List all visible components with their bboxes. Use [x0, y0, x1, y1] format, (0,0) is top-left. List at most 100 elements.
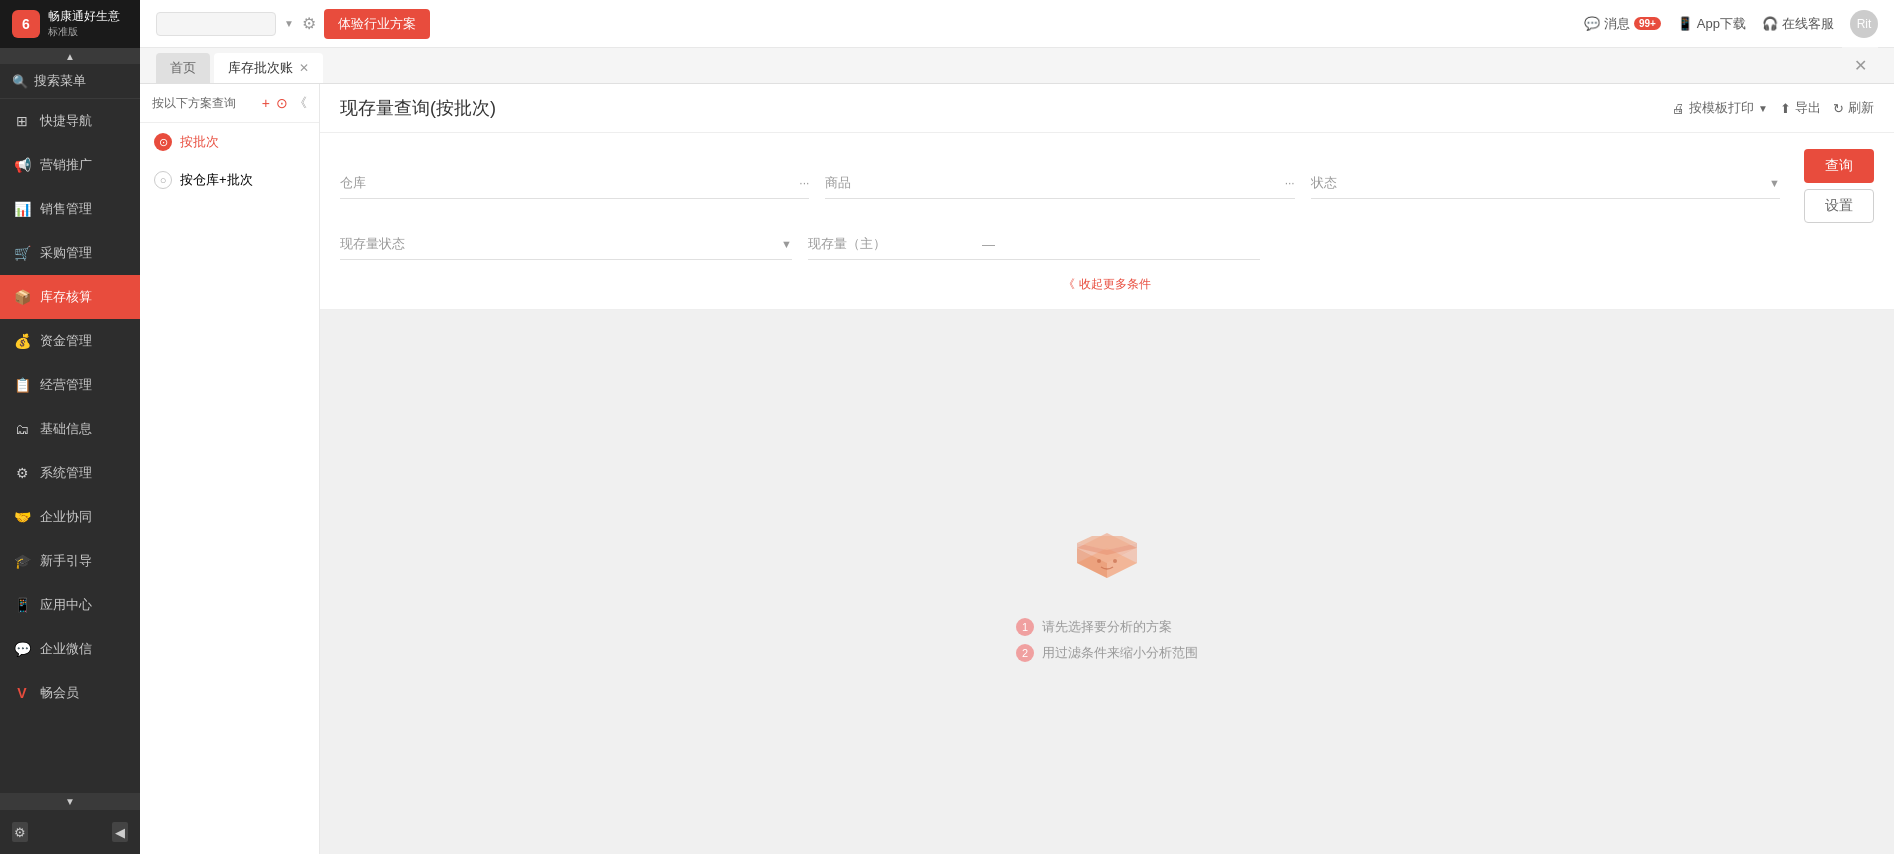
sidebar-item-enterprise[interactable]: 🤝 企业协同	[0, 495, 140, 539]
settings-btn[interactable]: 设置	[1804, 189, 1874, 223]
product-input[interactable]	[859, 175, 1284, 190]
settings-scheme-btn[interactable]: ⊙	[276, 95, 288, 111]
user-avatar: Rit	[1850, 10, 1878, 38]
export-icon: ⬆	[1780, 101, 1791, 116]
svg-point-7	[1113, 559, 1117, 563]
trial-btn[interactable]: 体验行业方案	[324, 9, 430, 39]
hint-num-2: 2	[1016, 644, 1034, 662]
nav-icon-inventory: 📦	[12, 287, 32, 307]
sidebar-item-sales[interactable]: 📊 销售管理	[0, 187, 140, 231]
tab-inventory-batch[interactable]: 库存批次账 ✕	[214, 53, 323, 83]
stock-status-dropdown-icon[interactable]: ▼	[781, 238, 792, 250]
collapse-filter-btn[interactable]: 《 收起更多条件	[340, 272, 1874, 293]
message-icon: 💬	[1584, 16, 1600, 31]
sidebar-item-purchase[interactable]: 🛒 采购管理	[0, 231, 140, 275]
nav-icon-basic: 🗂	[12, 419, 32, 439]
stock-status-input[interactable]	[417, 237, 777, 252]
tab-close-icon[interactable]: ✕	[299, 61, 309, 75]
status-label: 状态	[1311, 174, 1337, 192]
stock-status-filter: 现存量状态 ▼	[340, 235, 792, 260]
filter-section: 仓库 ··· 商品 ··· 状态 ▼ 查询	[320, 133, 1894, 310]
app-logo: 6	[12, 10, 40, 38]
sidebar-item-newbie[interactable]: 🎓 新手引导	[0, 539, 140, 583]
sidebar-item-basic[interactable]: 🗂 基础信息	[0, 407, 140, 451]
status-dropdown-icon[interactable]: ▼	[1769, 177, 1780, 189]
sidebar-collapse-btn[interactable]: ◀	[112, 822, 128, 842]
settings-gear-icon[interactable]: ⚙	[302, 14, 316, 33]
sidebar-nav: ⊞ 快捷导航 📢 营销推广 📊 销售管理 🛒 采购管理 📦 库存核算 💰 资金管…	[0, 99, 140, 793]
sidebar-item-marketing[interactable]: 📢 营销推广	[0, 143, 140, 187]
product-label: 商品	[825, 174, 851, 192]
stock-main-min-input[interactable]	[898, 237, 978, 252]
add-scheme-btn[interactable]: +	[262, 95, 270, 111]
content-area: 现存量查询(按批次) 🖨 按模板打印 ▼ ⬆ 导出 ↻ 刷新	[320, 84, 1894, 854]
dropdown-arrow-icon[interactable]: ▼	[284, 18, 294, 29]
sidebar-item-app-center[interactable]: 📱 应用中心	[0, 583, 140, 627]
nav-icon-marketing: 📢	[12, 155, 32, 175]
status-input[interactable]	[1349, 175, 1765, 190]
sidebar-item-operation[interactable]: 📋 经营管理	[0, 363, 140, 407]
scheme-inactive-dot: ○	[154, 171, 172, 189]
nav-icon-enterprise: 🤝	[12, 507, 32, 527]
scheme-active-dot: ⊙	[154, 133, 172, 151]
sidebar-footer: ⚙ ◀	[0, 809, 140, 854]
sidebar-item-wechat[interactable]: 💬 企业微信	[0, 627, 140, 671]
main-content: ▼ ⚙ 体验行业方案 💬 消息 99+ 📱 App下载 🎧 在线客服 Rit	[140, 0, 1894, 854]
empty-hints: 1 请先选择要分析的方案 2 用过滤条件来缩小分析范围	[1016, 618, 1198, 662]
sidebar-item-quick-nav[interactable]: ⊞ 快捷导航	[0, 99, 140, 143]
nav-icon-newbie: 🎓	[12, 551, 32, 571]
stock-main-max-input[interactable]	[999, 237, 1079, 252]
collapse-panel-btn[interactable]: 《	[294, 94, 307, 112]
filter-panel: 按以下方案查询 + ⊙ 《 ⊙ 按批次 ○ 按仓库+批次	[140, 84, 320, 854]
filter-scheme-by-warehouse-batch[interactable]: ○ 按仓库+批次	[140, 161, 319, 199]
sidebar-header: 6 畅康通好生意 标准版	[0, 0, 140, 48]
stock-main-filter: 现存量（主） —	[808, 235, 1260, 260]
stock-main-label: 现存量（主）	[808, 235, 886, 253]
page-header-actions: 🖨 按模板打印 ▼ ⬆ 导出 ↻ 刷新	[1672, 99, 1874, 117]
tab-bar: 首页 库存批次账 ✕ ✕	[140, 48, 1894, 84]
warehouse-input[interactable]	[374, 175, 799, 190]
user-profile-btn[interactable]: Rit	[1850, 10, 1878, 38]
top-bar-right: 💬 消息 99+ 📱 App下载 🎧 在线客服 Rit	[1584, 10, 1878, 38]
refresh-btn[interactable]: ↻ 刷新	[1833, 99, 1874, 117]
sidebar-scroll-up[interactable]: ▲	[0, 48, 140, 64]
top-bar-left: ▼ ⚙ 体验行业方案	[156, 9, 1572, 39]
sidebar-item-system[interactable]: ⚙ 系统管理	[0, 451, 140, 495]
empty-hint-1: 1 请先选择要分析的方案	[1016, 618, 1198, 636]
sidebar-search[interactable]: 🔍 搜索菜单	[0, 64, 140, 99]
print-dropdown-icon[interactable]: ▼	[1758, 103, 1768, 114]
messages-btn[interactable]: 💬 消息 99+	[1584, 15, 1661, 33]
nav-icon-finance: 💰	[12, 331, 32, 351]
svg-point-6	[1097, 559, 1101, 563]
nav-icon-sales: 📊	[12, 199, 32, 219]
export-btn[interactable]: ⬆ 导出	[1780, 99, 1821, 117]
stock-status-label: 现存量状态	[340, 235, 405, 253]
collapse-icon: 《	[1063, 276, 1075, 293]
search-icon: 🔍	[12, 74, 28, 89]
sidebar-item-member[interactable]: V 畅会员	[0, 671, 140, 715]
nav-icon-app-center: 📱	[12, 595, 32, 615]
filter-panel-header: 按以下方案查询 + ⊙ 《	[140, 84, 319, 123]
print-btn[interactable]: 🖨 按模板打印 ▼	[1672, 99, 1768, 117]
app-download-btn[interactable]: 📱 App下载	[1677, 15, 1746, 33]
app-title: 畅康通好生意 标准版	[48, 9, 120, 39]
nav-icon-quick: ⊞	[12, 111, 32, 131]
page-close-btn[interactable]: ✕	[1842, 47, 1878, 83]
page-title: 现存量查询(按批次)	[340, 96, 496, 120]
breadcrumb-input[interactable]	[156, 12, 276, 36]
sidebar-scroll-down[interactable]: ▼	[0, 793, 140, 809]
online-service-btn[interactable]: 🎧 在线客服	[1762, 15, 1834, 33]
tab-home[interactable]: 首页	[156, 53, 210, 83]
query-btn[interactable]: 查询	[1804, 149, 1874, 183]
sidebar-item-inventory[interactable]: 📦 库存核算	[0, 275, 140, 319]
sidebar-item-finance[interactable]: 💰 资金管理	[0, 319, 140, 363]
filter-scheme-by-batch[interactable]: ⊙ 按批次	[140, 123, 319, 161]
nav-icon-wechat: 💬	[12, 639, 32, 659]
product-more-btn[interactable]: ···	[1285, 176, 1295, 190]
sidebar: 6 畅康通好生意 标准版 ▲ 🔍 搜索菜单 ⊞ 快捷导航 📢 营销推广 📊 销售…	[0, 0, 140, 854]
page-header: 现存量查询(按批次) 🖨 按模板打印 ▼ ⬆ 导出 ↻ 刷新	[320, 84, 1894, 133]
sidebar-settings-btn[interactable]: ⚙	[12, 822, 28, 842]
status-filter: 状态 ▼	[1311, 174, 1780, 199]
warehouse-more-btn[interactable]: ···	[799, 176, 809, 190]
product-filter: 商品 ···	[825, 174, 1294, 199]
